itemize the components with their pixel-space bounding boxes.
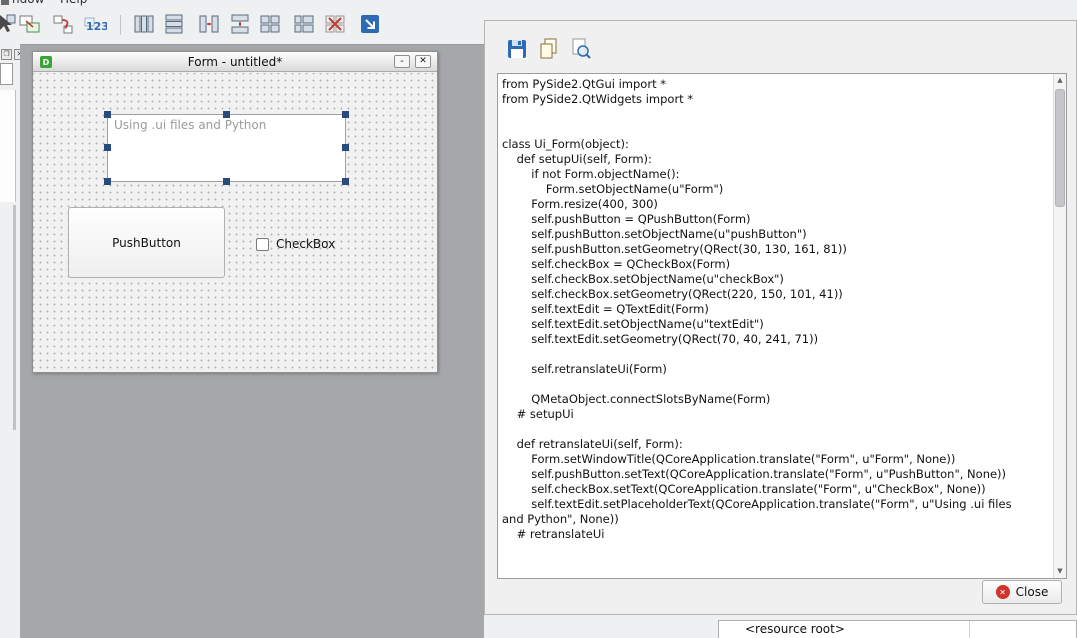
scroll-down-icon[interactable]: ▼ bbox=[1054, 565, 1066, 578]
form-minimize-button[interactable]: - bbox=[394, 55, 410, 68]
selection-handle[interactable] bbox=[342, 111, 349, 118]
layout-form-icon[interactable] bbox=[291, 11, 317, 37]
edit-signals-slots-icon[interactable] bbox=[17, 11, 43, 37]
code-line bbox=[502, 422, 1052, 437]
layout-grid-icon[interactable] bbox=[257, 11, 283, 37]
code-line: self.pushButton.setGeometry(QRect(30, 13… bbox=[502, 242, 1052, 257]
break-layout-icon[interactable] bbox=[322, 11, 348, 37]
code-line: self.pushButton = QPushButton(Form) bbox=[502, 212, 1052, 227]
close-button-label: Close bbox=[1016, 585, 1049, 599]
code-viewer[interactable]: from PySide2.QtGui import *from PySide2.… bbox=[497, 73, 1067, 579]
dock-filter-input[interactable] bbox=[0, 63, 13, 85]
pushbutton-widget[interactable]: PushButton bbox=[68, 207, 225, 278]
edit-buddies-icon[interactable] bbox=[50, 11, 76, 37]
resource-browser-panel: <resource root> bbox=[718, 620, 1077, 638]
layout-horizontal-icon[interactable] bbox=[131, 11, 157, 37]
code-line: self.pushButton.setText(QCoreApplication… bbox=[502, 467, 1052, 482]
edit-tab-order-icon[interactable]: 123 bbox=[82, 11, 108, 37]
form-window-title: Form - untitled* bbox=[33, 55, 437, 69]
qt-designer-screen: ndow Help 123 bbox=[0, 0, 1077, 638]
code-line: and Python", None)) bbox=[502, 512, 1052, 527]
scroll-up-icon[interactable]: ▲ bbox=[1054, 74, 1066, 87]
close-x-icon: ✕ bbox=[996, 585, 1010, 599]
code-line: if not Form.objectName(): bbox=[502, 167, 1052, 182]
resource-panel-divider bbox=[969, 621, 970, 638]
code-line: self.textEdit.setPlaceholderText(QCoreAp… bbox=[502, 497, 1052, 512]
selection-handle[interactable] bbox=[104, 144, 111, 151]
selection-handle[interactable] bbox=[223, 178, 230, 185]
code-line: Form.setWindowTitle(QCoreApplication.tra… bbox=[502, 452, 1052, 467]
textedit-widget[interactable]: Using .ui files and Python bbox=[107, 114, 346, 182]
checkbox-box[interactable] bbox=[256, 238, 269, 251]
form-titlebar[interactable]: D Form - untitled* - ✕ bbox=[33, 52, 437, 72]
save-icon[interactable] bbox=[505, 37, 529, 61]
vertical-scrollbar[interactable]: ▲ ▼ bbox=[1053, 74, 1066, 578]
code-line: # setupUi bbox=[502, 407, 1052, 422]
tab-order-label: 123 bbox=[86, 20, 107, 33]
textedit-placeholder: Using .ui files and Python bbox=[108, 115, 345, 135]
menu-icon-fragment bbox=[1, 0, 9, 5]
code-line: self.checkBox.setObjectName(u"checkBox") bbox=[502, 272, 1052, 287]
copy-icon[interactable] bbox=[537, 37, 561, 61]
close-button[interactable]: ✕ Close bbox=[982, 580, 1062, 604]
code-line bbox=[502, 122, 1052, 137]
code-line: from PySide2.QtWidgets import * bbox=[502, 92, 1052, 107]
code-preview-dialog: from PySide2.QtGui import *from PySide2.… bbox=[484, 20, 1077, 615]
splitter-vertical-icon[interactable] bbox=[227, 11, 253, 37]
scrollbar-thumb[interactable] bbox=[1055, 89, 1065, 207]
splitter-horizontal-icon[interactable] bbox=[196, 11, 222, 37]
selection-handle[interactable] bbox=[104, 178, 111, 185]
code-line bbox=[502, 377, 1052, 392]
code-line: self.pushButton.setObjectName(u"pushButt… bbox=[502, 227, 1052, 242]
form-window[interactable]: D Form - untitled* - ✕ Using .ui files a… bbox=[32, 51, 438, 373]
dock-scrollbar[interactable] bbox=[13, 205, 16, 430]
code-line: class Ui_Form(object): bbox=[502, 137, 1052, 152]
selection-handle[interactable] bbox=[342, 178, 349, 185]
checkbox-widget[interactable]: CheckBox bbox=[256, 237, 335, 251]
code-line bbox=[502, 107, 1052, 122]
code-line: from PySide2.QtGui import * bbox=[502, 77, 1052, 92]
form-canvas[interactable]: Using .ui files and Python PushButton Ch… bbox=[33, 73, 437, 372]
code-lines: from PySide2.QtGui import *from PySide2.… bbox=[498, 74, 1052, 578]
code-line: Form.setObjectName(u"Form") bbox=[502, 182, 1052, 197]
code-line: self.checkBox.setText(QCoreApplication.t… bbox=[502, 482, 1052, 497]
selection-handle[interactable] bbox=[342, 144, 349, 151]
checkbox-label: CheckBox bbox=[276, 237, 335, 251]
mdi-area: D Form - untitled* - ✕ Using .ui files a… bbox=[20, 44, 484, 638]
code-line: self.checkBox.setGeometry(QRect(220, 150… bbox=[502, 287, 1052, 302]
code-line: self.textEdit.setGeometry(QRect(70, 40, … bbox=[502, 332, 1052, 347]
code-line: self.textEdit.setObjectName(u"textEdit") bbox=[502, 317, 1052, 332]
code-line: QMetaObject.connectSlotsByName(Form) bbox=[502, 392, 1052, 407]
dock-panel-sliver bbox=[0, 90, 16, 202]
toolbar-separator bbox=[120, 15, 121, 35]
resource-root-item[interactable]: <resource root> bbox=[745, 622, 845, 636]
adjust-size-icon[interactable] bbox=[357, 11, 383, 37]
selection-handle[interactable] bbox=[104, 111, 111, 118]
code-line: self.retranslateUi(Form) bbox=[502, 362, 1052, 377]
find-icon[interactable] bbox=[569, 37, 593, 61]
layout-vertical-icon[interactable] bbox=[161, 11, 187, 37]
form-close-button[interactable]: ✕ bbox=[415, 55, 431, 68]
code-line: Form.resize(400, 300) bbox=[502, 197, 1052, 212]
code-line: def retranslateUi(self, Form): bbox=[502, 437, 1052, 452]
code-line: self.checkBox = QCheckBox(Form) bbox=[502, 257, 1052, 272]
selection-handle[interactable] bbox=[223, 111, 230, 118]
code-line: def setupUi(self, Form): bbox=[502, 152, 1052, 167]
dock-float-icon[interactable]: ❐ bbox=[1, 49, 12, 60]
code-line: self.textEdit = QTextEdit(Form) bbox=[502, 302, 1052, 317]
code-line bbox=[502, 347, 1052, 362]
code-line: # retranslateUi bbox=[502, 527, 1052, 542]
